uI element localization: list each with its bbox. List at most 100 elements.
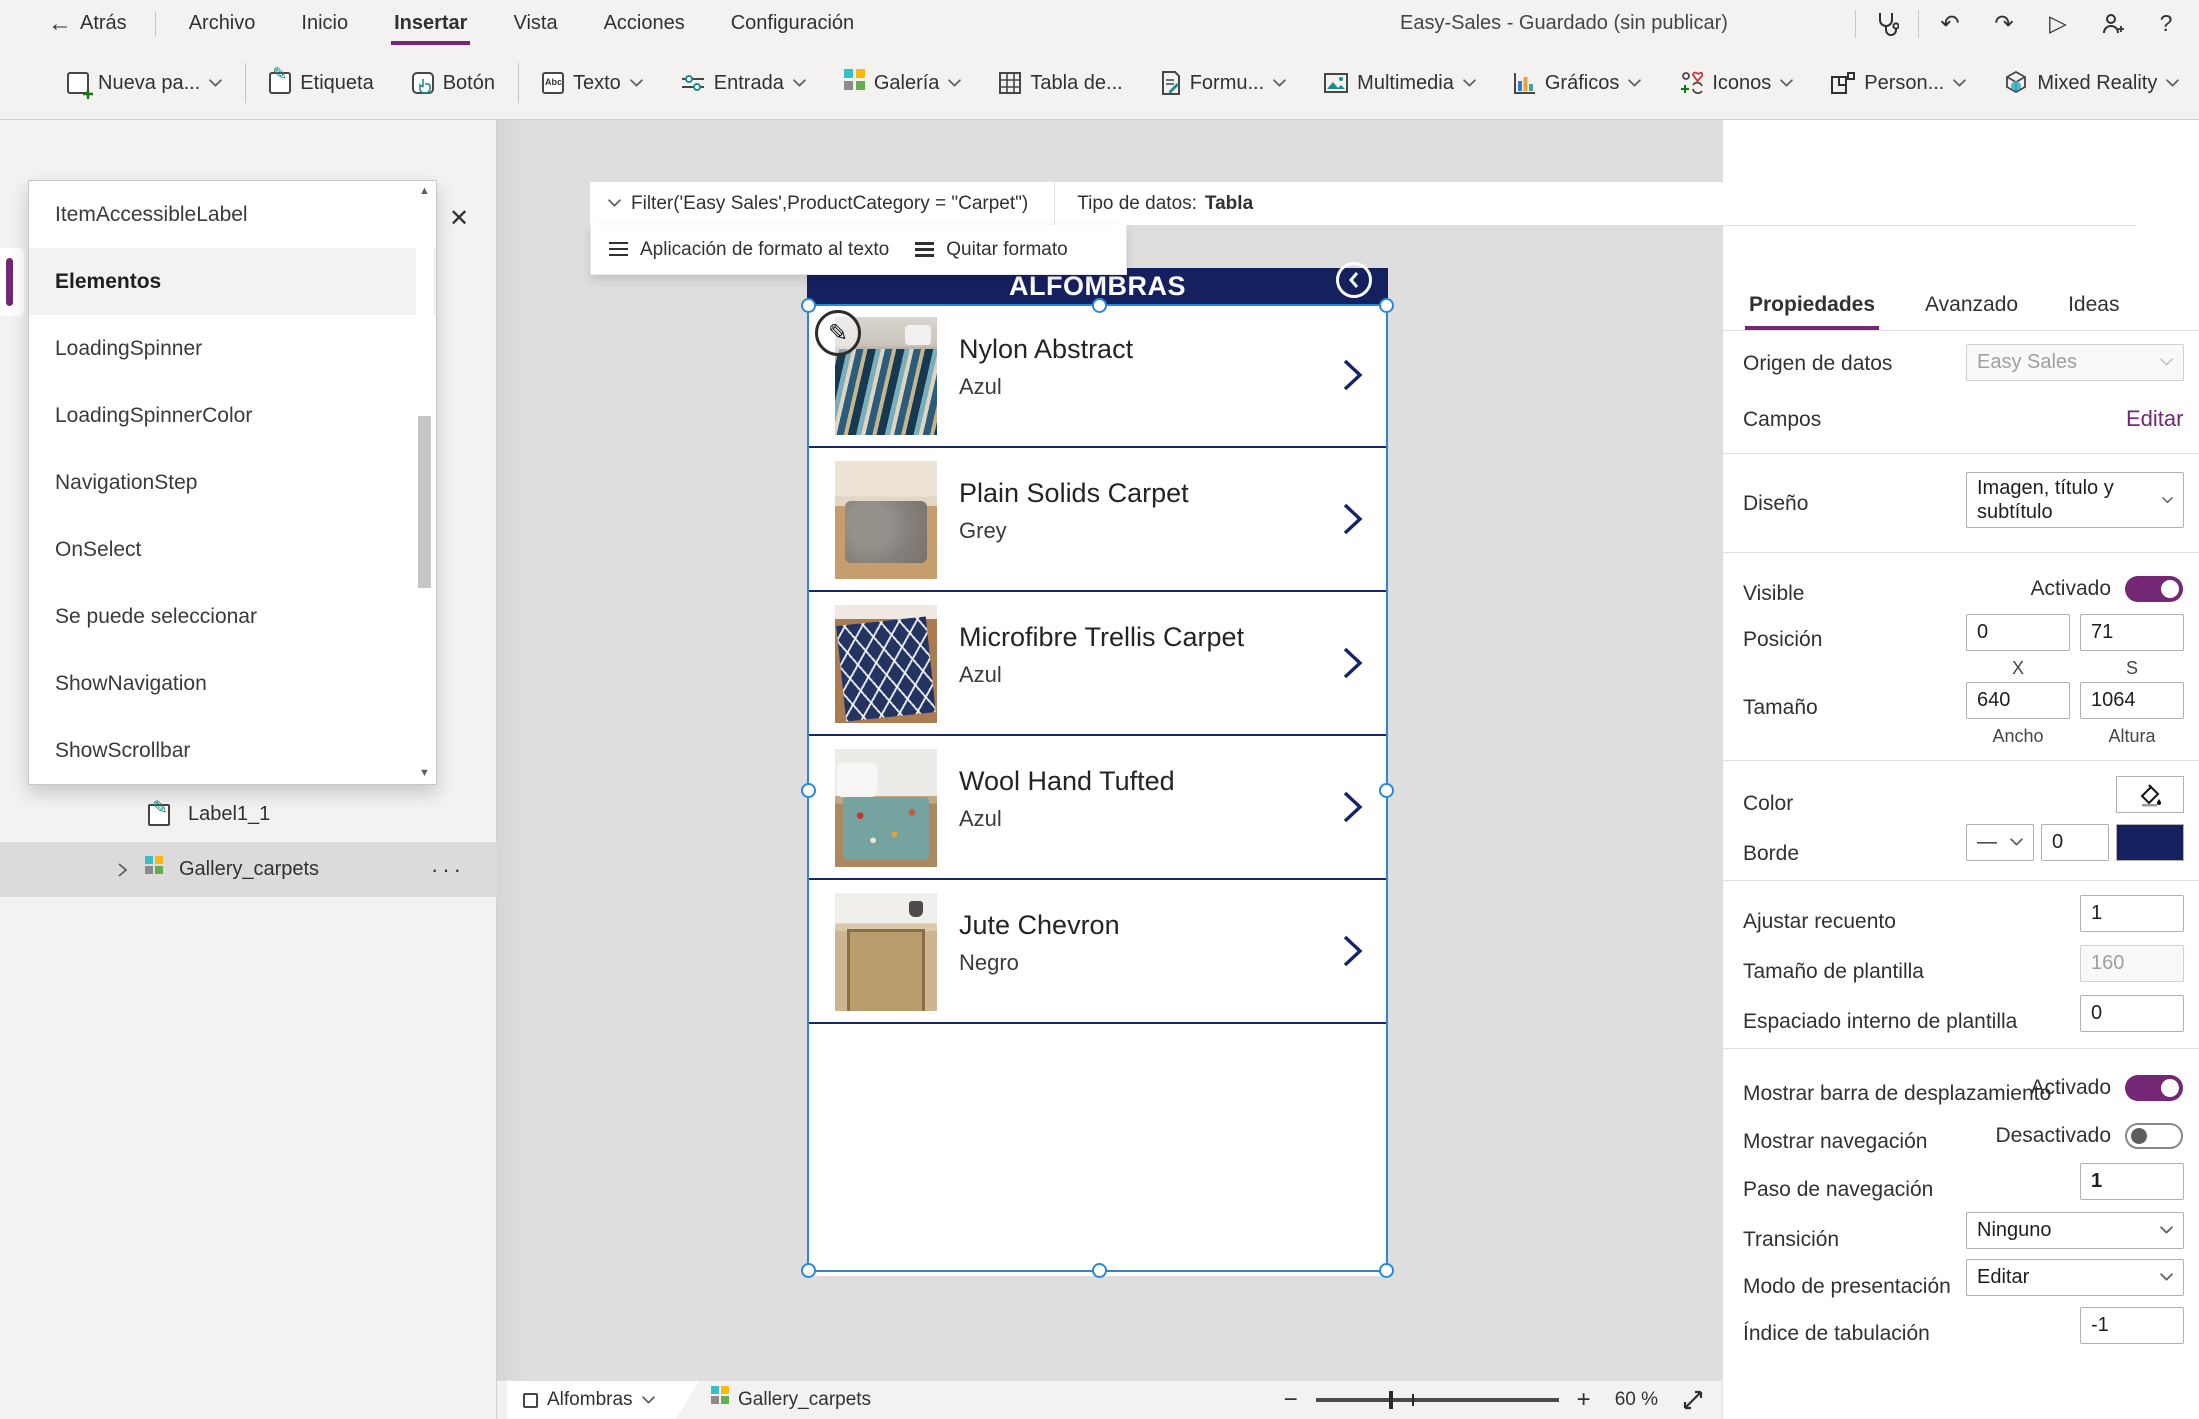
ribbon-new-screen[interactable]: Nueva pa... bbox=[48, 47, 241, 120]
border-color-swatch[interactable] bbox=[2116, 824, 2184, 861]
undo-icon[interactable]: ↶ bbox=[1927, 4, 1973, 44]
control-breadcrumb[interactable]: Gallery_carpets bbox=[711, 1381, 871, 1419]
visible-toggle[interactable] bbox=[2125, 576, 2183, 602]
datasource-dropdown[interactable]: Easy Sales bbox=[1966, 344, 2184, 381]
ribbon-text[interactable]: Abc Texto bbox=[523, 47, 662, 120]
layout-dropdown[interactable]: Imagen, título y subtítulo bbox=[1966, 472, 2184, 528]
resize-handle[interactable] bbox=[1379, 783, 1394, 798]
dropdown-scrollbar[interactable]: ▲ ▼ bbox=[416, 183, 433, 782]
color-picker-button[interactable] bbox=[2116, 776, 2184, 813]
resize-handle[interactable] bbox=[1379, 1263, 1394, 1278]
dropdown-option[interactable]: OnSelect bbox=[29, 516, 436, 583]
powerapps-studio-window: ← Atrás Archivo Inicio Insertar Vista Ac… bbox=[0, 0, 2199, 1419]
screen-breadcrumb[interactable]: Alfombras bbox=[507, 1381, 699, 1419]
ribbon-media[interactable]: Multimedia bbox=[1305, 47, 1495, 120]
position-y-input[interactable]: 71 bbox=[2080, 614, 2184, 651]
chevron-right-icon[interactable] bbox=[1342, 790, 1364, 824]
ribbon-label-control[interactable]: ✎ Etiqueta bbox=[250, 47, 392, 120]
template-size-input[interactable]: 160 bbox=[2080, 945, 2184, 982]
play-preview-icon[interactable]: ▷ bbox=[2035, 4, 2081, 44]
menu-vista[interactable]: Vista bbox=[490, 0, 580, 47]
menu-insertar[interactable]: Insertar bbox=[371, 0, 490, 47]
menu-configuracion[interactable]: Configuración bbox=[708, 0, 877, 47]
chevron-right-icon[interactable] bbox=[1342, 646, 1364, 680]
display-mode-dropdown[interactable]: Editar bbox=[1966, 1259, 2184, 1296]
dropdown-option[interactable]: ShowNavigation bbox=[29, 650, 436, 717]
zoom-slider[interactable] bbox=[1316, 1398, 1559, 1402]
dropdown-option[interactable]: ShowScrollbar bbox=[29, 717, 436, 784]
dropdown-option[interactable]: ItemAccessibleLabel bbox=[29, 181, 436, 248]
fit-to-window-icon[interactable] bbox=[1682, 1389, 1704, 1411]
dropdown-option[interactable]: LoadingSpinnerColor bbox=[29, 382, 436, 449]
ribbon-data-table[interactable]: Tabla de... bbox=[980, 47, 1141, 120]
app-checker-icon[interactable] bbox=[1864, 4, 1910, 44]
chevron-right-icon[interactable] bbox=[1342, 502, 1364, 536]
dropdown-option[interactable]: NavigationStep bbox=[29, 449, 436, 516]
gallery-item-row[interactable]: Wool Hand Tufted Azul bbox=[807, 736, 1388, 880]
scroll-down-icon[interactable]: ▼ bbox=[416, 765, 433, 782]
tab-avanzado[interactable]: Avanzado bbox=[1915, 280, 2028, 330]
back-button[interactable]: ← Atrás bbox=[48, 12, 145, 36]
expand-chevron-icon[interactable] bbox=[115, 861, 129, 879]
ribbon-icons[interactable]: Iconos bbox=[1660, 47, 1812, 120]
help-icon[interactable]: ? bbox=[2143, 4, 2189, 44]
resize-handle[interactable] bbox=[1092, 298, 1107, 313]
ribbon-gallery[interactable]: Galería bbox=[825, 47, 981, 120]
menu-acciones[interactable]: Acciones bbox=[581, 0, 708, 47]
tree-item-gallery-carpets[interactable]: Gallery_carpets ··· bbox=[0, 842, 497, 897]
redo-icon[interactable]: ↷ bbox=[1981, 4, 2027, 44]
gallery-item-row[interactable]: Nylon Abstract Azul bbox=[807, 304, 1388, 448]
menu-archivo[interactable]: Archivo bbox=[166, 0, 279, 47]
tab-index-input[interactable]: -1 bbox=[2080, 1307, 2184, 1344]
resize-handle[interactable] bbox=[1092, 1263, 1107, 1278]
dropdown-option[interactable]: LoadingSpinner bbox=[29, 315, 436, 382]
position-x-input[interactable]: 0 bbox=[1966, 614, 2070, 651]
tree-item-label1-1[interactable]: Label1_1 bbox=[0, 787, 497, 842]
zoom-slider-thumb[interactable] bbox=[1389, 1391, 1393, 1409]
resize-handle[interactable] bbox=[801, 1263, 816, 1278]
edit-fields-link[interactable]: Editar bbox=[2126, 406, 2183, 432]
resize-handle[interactable] bbox=[801, 298, 816, 313]
gallery-item-row[interactable]: Plain Solids Carpet Grey bbox=[807, 448, 1388, 592]
zoom-in-icon[interactable]: + bbox=[1569, 1386, 1599, 1414]
close-icon[interactable]: ✕ bbox=[444, 203, 474, 233]
ribbon-forms[interactable]: Formu... bbox=[1142, 47, 1305, 120]
tab-propiedades[interactable]: Propiedades bbox=[1739, 280, 1885, 330]
more-options-icon[interactable]: ··· bbox=[431, 857, 465, 883]
dropdown-option-selected[interactable]: Elementos bbox=[29, 248, 436, 315]
remove-format-button[interactable]: Quitar formato bbox=[946, 239, 1067, 261]
ribbon-input[interactable]: Entrada bbox=[662, 47, 825, 120]
edit-gallery-pencil-icon[interactable]: ✎ bbox=[815, 310, 861, 356]
scrollbar-thumb[interactable] bbox=[418, 416, 431, 588]
chevron-right-icon[interactable] bbox=[1342, 358, 1364, 392]
transition-dropdown[interactable]: Ninguno bbox=[1966, 1212, 2184, 1249]
tab-ideas[interactable]: Ideas bbox=[2058, 280, 2129, 330]
template-padding-input[interactable]: 0 bbox=[2080, 995, 2184, 1032]
share-person-icon[interactable] bbox=[2089, 4, 2135, 44]
apply-format-button[interactable]: Aplicación de formato al texto bbox=[640, 239, 889, 261]
wrap-count-input[interactable]: 1 bbox=[2080, 895, 2184, 932]
back-circle-icon[interactable] bbox=[1336, 262, 1372, 298]
scroll-up-icon[interactable]: ▲ bbox=[416, 183, 433, 200]
gallery-item-row[interactable]: Microfibre Trellis Carpet Azul bbox=[807, 592, 1388, 736]
chevron-right-icon[interactable] bbox=[1342, 934, 1364, 968]
menu-inicio[interactable]: Inicio bbox=[278, 0, 371, 47]
navigation-step-input[interactable]: 1 bbox=[2080, 1163, 2184, 1200]
ribbon-charts[interactable]: Gráficos bbox=[1495, 47, 1660, 120]
show-navigation-toggle[interactable] bbox=[2125, 1123, 2183, 1149]
dropdown-option[interactable]: Se puede seleccionar bbox=[29, 583, 436, 650]
size-height-input[interactable]: 1064 bbox=[2080, 682, 2184, 719]
ribbon-button-control[interactable]: Botón bbox=[393, 47, 514, 120]
chevron-down-icon[interactable] bbox=[608, 199, 621, 208]
ribbon-mixed-reality[interactable]: Mixed Reality bbox=[1985, 47, 2198, 120]
resize-handle[interactable] bbox=[1379, 298, 1394, 313]
ribbon-custom[interactable]: Person... bbox=[1812, 47, 1985, 120]
resize-handle[interactable] bbox=[801, 783, 816, 798]
border-style-dropdown[interactable]: — bbox=[1966, 824, 2034, 861]
gallery-item-row[interactable]: Jute Chevron Negro bbox=[807, 880, 1388, 1024]
chevron-down-icon bbox=[2010, 838, 2023, 847]
size-width-input[interactable]: 640 bbox=[1966, 682, 2070, 719]
zoom-out-icon[interactable]: − bbox=[1276, 1386, 1306, 1414]
show-scrollbar-toggle[interactable] bbox=[2125, 1075, 2183, 1101]
border-thickness-input[interactable]: 0 bbox=[2041, 824, 2109, 861]
